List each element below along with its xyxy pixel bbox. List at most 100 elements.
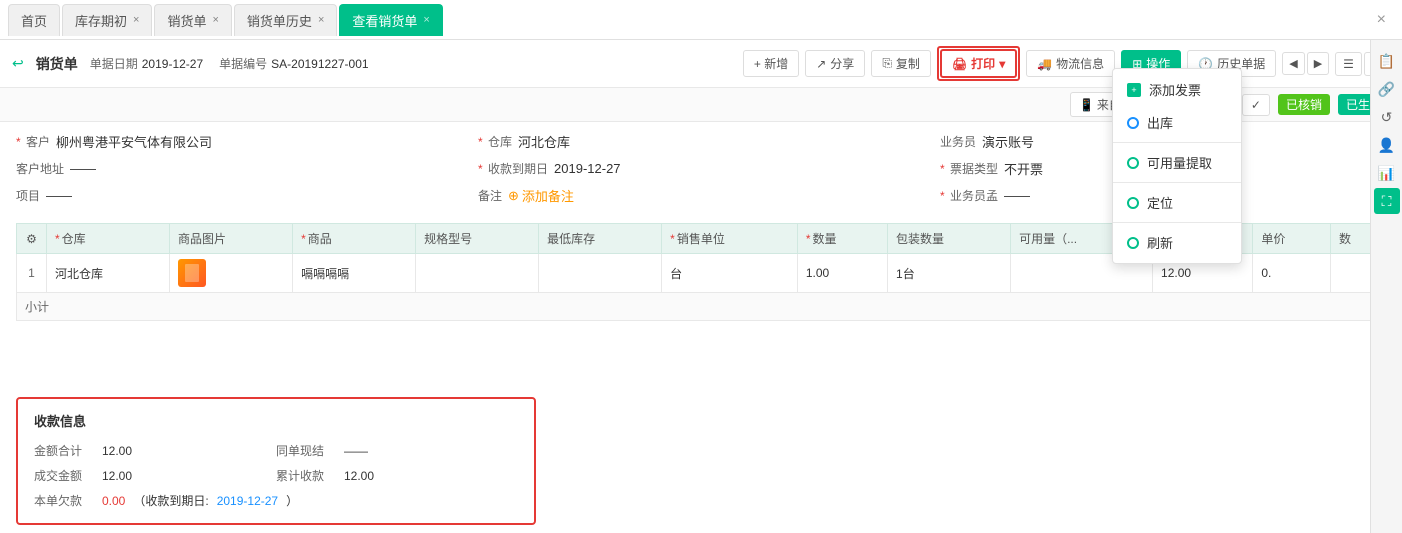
product-thumb-inner — [185, 264, 199, 282]
tab-sales-history-label: 销货单历史 — [247, 11, 312, 30]
address-field: 客户地址 —— — [16, 160, 462, 177]
tab-home[interactable]: 首页 — [8, 4, 60, 36]
refresh-label: 刷新 — [1147, 233, 1173, 252]
print-dropdown-arrow: ▾ — [999, 57, 1005, 71]
doc-number-value: SA-20191227-001 — [271, 57, 368, 71]
due-note: （收款到期日: — [133, 492, 208, 509]
due-value: 0.00 — [102, 494, 125, 508]
tab-view-sales[interactable]: 查看销货单 × — [339, 4, 442, 36]
tab-view-sales-close[interactable]: × — [423, 14, 429, 26]
transaction-label: 成交金额 — [34, 467, 94, 484]
due-note-end: ） — [286, 492, 298, 509]
share-button[interactable]: ↗ 分享 — [805, 50, 865, 77]
window-close-button[interactable]: × — [1369, 11, 1394, 29]
tab-sales-history-close[interactable]: × — [318, 14, 324, 26]
prev-arrow[interactable]: ◀ — [1282, 52, 1304, 75]
amount-label: 金额合计 — [34, 442, 94, 459]
warehouse-field: * 仓库 河北仓库 — [478, 132, 924, 151]
new-button[interactable]: + 新增 — [743, 50, 799, 77]
row-unit-price: 0. — [1253, 254, 1331, 293]
sidebar-link-icon[interactable]: 🔗 — [1374, 76, 1400, 102]
copy-button[interactable]: ⎘ 复制 — [871, 50, 931, 77]
right-sidebar: 📋 🔗 ↺ 👤 📊 ⛶ — [1370, 40, 1402, 533]
payment-cumulative-row: 累计收款 12.00 — [276, 465, 518, 486]
staff2-required: * — [940, 189, 945, 203]
staff-label: 业务员 — [940, 133, 976, 150]
transaction-value: 12.00 — [102, 469, 132, 483]
due-date-field: * 收款到期日 2019-12-27 — [478, 160, 924, 177]
amount-value: 12.00 — [102, 444, 132, 458]
sidebar-doc-icon[interactable]: 📋 — [1374, 48, 1400, 74]
print-button[interactable]: 🖨 打印 ▾ — [940, 49, 1017, 78]
tab-sales-order[interactable]: 销货单 × — [154, 4, 231, 36]
add-invoice-icon: + — [1127, 83, 1141, 97]
cumulative-label: 累计收款 — [276, 467, 336, 484]
sidebar-user-icon[interactable]: 👤 — [1374, 132, 1400, 158]
tab-sales-order-close[interactable]: × — [212, 14, 218, 26]
locate-icon — [1127, 197, 1139, 209]
share-icon: ↗ — [816, 57, 826, 71]
due-label: 本单欠款 — [34, 492, 94, 509]
customer-label: * 客户 — [16, 133, 50, 150]
ticket-value: 不开票 — [1004, 159, 1043, 178]
available-qty-icon — [1127, 157, 1139, 169]
project-field: 项目 —— — [16, 187, 462, 204]
print-label: 打印 — [971, 55, 995, 72]
warehouse-required: * — [478, 135, 483, 149]
row-sales-unit: 台 — [662, 254, 798, 293]
same-order-label: 同单现结 — [276, 442, 336, 459]
dropdown-stock-out[interactable]: 出库 — [1113, 106, 1241, 139]
doc-date-value: 2019-12-27 — [142, 57, 203, 71]
staff2-label: * 业务员孟 — [940, 187, 998, 204]
staff-value: 演示账号 — [982, 132, 1034, 151]
phone-icon: 📱 — [1079, 98, 1094, 112]
due-date: 2019-12-27 — [217, 494, 278, 508]
note-field: 备注 ⊕ 添加备注 — [478, 186, 924, 205]
col-product: *商品 — [293, 224, 416, 254]
dropdown-locate[interactable]: 定位 — [1113, 186, 1241, 219]
logistics-button[interactable]: 🚚 物流信息 — [1026, 50, 1115, 77]
customer-value: 柳州粤港平安气体有限公司 — [56, 132, 212, 151]
tab-inventory-close[interactable]: × — [133, 14, 139, 26]
ops-dropdown-menu: + 添加发票 出库 可用量提取 定位 刷新 — [1112, 68, 1242, 264]
tab-home-label: 首页 — [21, 11, 47, 30]
payment-due-row: 本单欠款 0.00 （收款到期日: 2019-12-27 ） — [34, 490, 518, 511]
check-icon-btn[interactable]: ✓ — [1242, 94, 1270, 116]
doc-date-item: 单据日期 2019-12-27 — [90, 55, 203, 72]
subtotal-label: 小计 — [17, 293, 1386, 321]
payment-amount-row: 金额合计 12.00 — [34, 440, 276, 461]
divider-2 — [1113, 182, 1241, 183]
check-icon: ✓ — [1251, 98, 1261, 112]
row-spec — [416, 254, 539, 293]
due-date-label: * 收款到期日 — [478, 160, 548, 177]
dropdown-add-invoice[interactable]: + 添加发票 — [1113, 73, 1241, 106]
tab-sales-history[interactable]: 销货单历史 × — [234, 4, 337, 36]
dropdown-available-qty[interactable]: 可用量提取 — [1113, 146, 1241, 179]
row-number: 1 — [17, 254, 47, 293]
payment-grid: 金额合计 12.00 同单现结 —— 成交金额 12.00 累计收款 12.00… — [34, 440, 518, 511]
divider-1 — [1113, 142, 1241, 143]
copy-label: 复制 — [896, 55, 920, 72]
note-label: 备注 — [478, 187, 502, 204]
sidebar-refresh-icon[interactable]: ↺ — [1374, 104, 1400, 130]
logistics-icon: 🚚 — [1037, 57, 1052, 71]
tab-sales-order-label: 销货单 — [167, 11, 206, 30]
row-package-qty: 1台 — [888, 254, 1011, 293]
next-arrow[interactable]: ▶ — [1307, 52, 1329, 75]
col-product-img: 商品图片 — [170, 224, 293, 254]
logistics-label: 物流信息 — [1056, 55, 1104, 72]
staff2-value: —— — [1004, 188, 1030, 203]
sidebar-expand-icon[interactable]: ⛶ — [1374, 188, 1400, 214]
add-invoice-label: 添加发票 — [1149, 80, 1201, 99]
list-view-button[interactable]: ☰ — [1335, 52, 1362, 76]
col-unit-price: 单价 — [1253, 224, 1331, 254]
dropdown-refresh[interactable]: 刷新 — [1113, 226, 1241, 259]
add-note-button[interactable]: ⊕ 添加备注 — [508, 186, 574, 205]
tab-inventory-init[interactable]: 库存期初 × — [62, 4, 152, 36]
sidebar-chart-icon[interactable]: 📊 — [1374, 160, 1400, 186]
col-package-qty: 包装数量 — [888, 224, 1011, 254]
doc-number-item: 单据编号 SA-20191227-001 — [219, 55, 368, 72]
cumulative-value: 12.00 — [344, 469, 374, 483]
stock-out-icon — [1127, 117, 1139, 129]
tab-inventory-init-label: 库存期初 — [75, 11, 127, 30]
